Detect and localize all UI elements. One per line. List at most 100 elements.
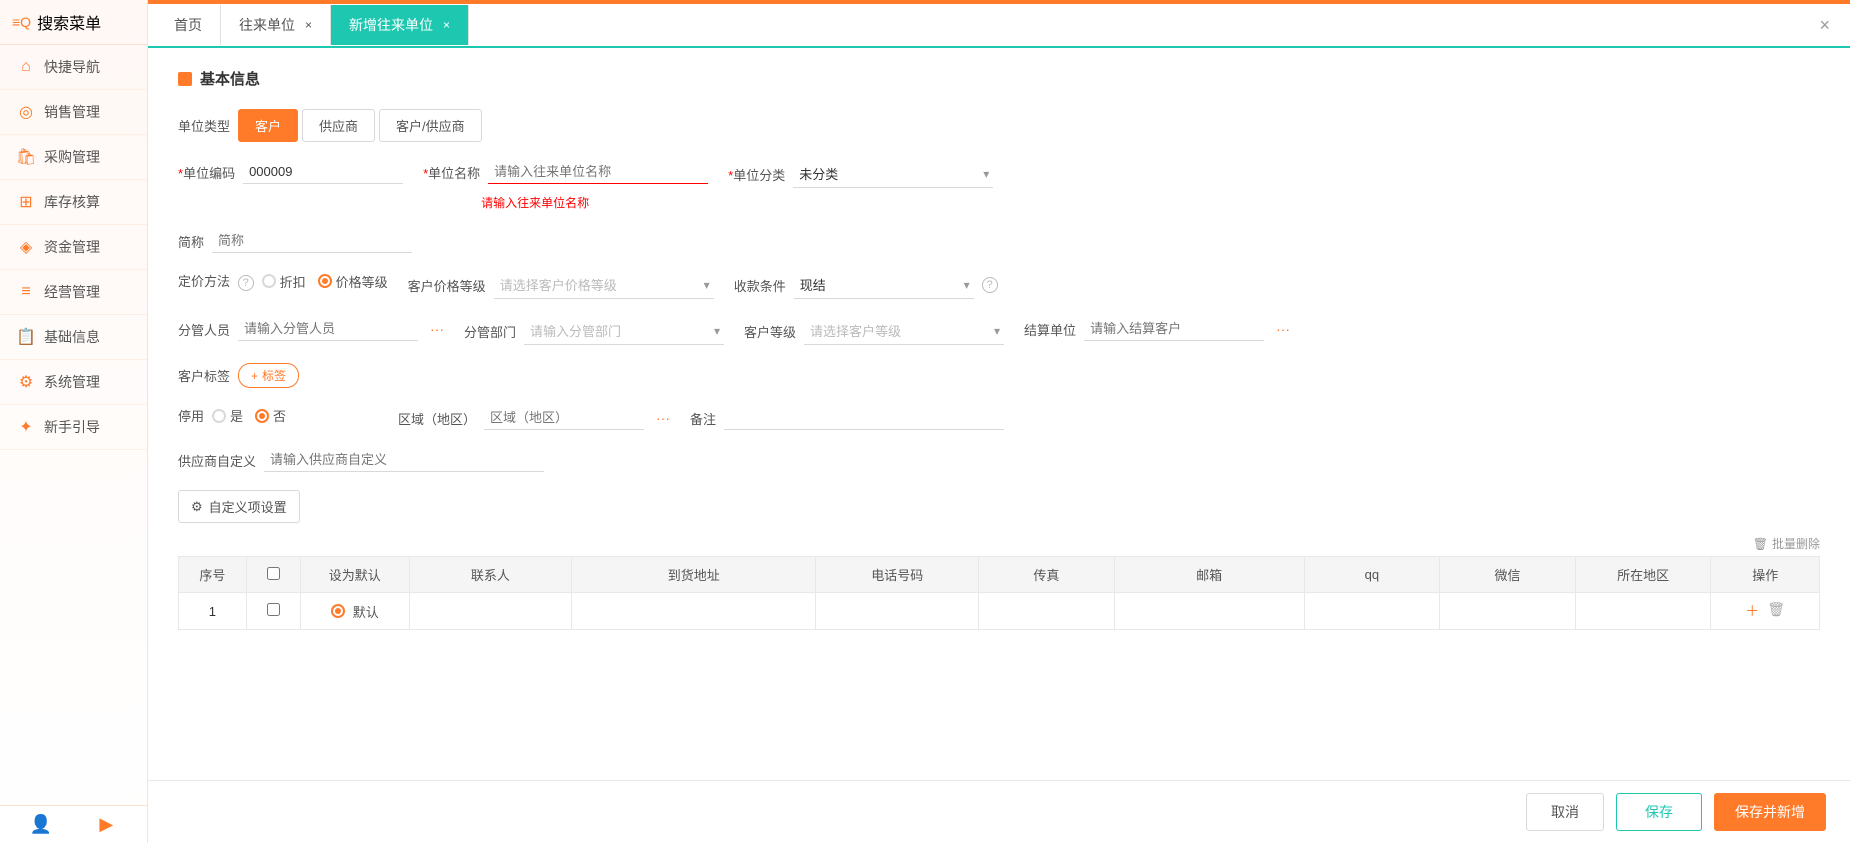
add-row-icon[interactable]: ＋ (1745, 601, 1759, 621)
settlement-more-btn[interactable]: ··· (1276, 321, 1290, 337)
default-radio-circle[interactable] (331, 604, 345, 618)
tab-partner-list-close[interactable]: × (305, 18, 312, 32)
sidebar-item-base-info[interactable]: 📋 基础信息 (0, 315, 147, 360)
sales-icon: ◎ (16, 102, 36, 122)
sidebar-search[interactable]: ≡Q 搜索菜单 (0, 0, 147, 45)
sidebar-item-guide[interactable]: ✦ 新手引导 (0, 405, 147, 450)
col-fax-header: 传真 (979, 557, 1115, 593)
row-checkbox[interactable] (267, 603, 280, 616)
dept-arrow[interactable]: ▾ (710, 324, 724, 338)
unit-type-customer-btn[interactable]: 客户 (238, 109, 298, 142)
tab-new-partner[interactable]: 新增往来单位 × (331, 5, 469, 45)
batch-delete-btn[interactable]: 🗑 批量删除 (1753, 535, 1820, 552)
unit-type-buttons: 客户 供应商 客户/供应商 (238, 109, 482, 142)
add-tag-btn[interactable]: + 标签 (238, 363, 299, 388)
fax-input[interactable] (989, 604, 1104, 619)
settlement-unit-input[interactable] (1084, 317, 1264, 341)
short-name-input[interactable] (212, 229, 412, 253)
custom-settings-btn[interactable]: ⚙ 自定义项设置 (178, 490, 300, 523)
row-region (1575, 593, 1711, 630)
wechat-input[interactable] (1450, 604, 1565, 619)
unit-type-row: 单位类型 客户 供应商 客户/供应商 (178, 109, 1820, 142)
sidebar-item-inventory[interactable]: ⊞ 库存核算 (0, 180, 147, 225)
dept-placeholder: 请输入分管部门 (524, 317, 710, 344)
qq-input[interactable] (1315, 604, 1430, 619)
section-icon (178, 72, 192, 86)
customer-level-arrow[interactable]: ▾ (990, 324, 1004, 338)
select-all-checkbox[interactable] (267, 567, 280, 580)
sidebar-item-operation[interactable]: ≡ 经营管理 (0, 270, 147, 315)
unit-code-input[interactable] (243, 160, 403, 184)
row-default-radio[interactable]: 默认 (311, 602, 398, 621)
sidebar-item-label: 新手引导 (44, 417, 100, 437)
user-icon[interactable]: 👤 (8, 814, 74, 835)
customer-price-arrow[interactable]: ▾ (700, 278, 714, 292)
save-new-button[interactable]: 保存并新增 (1714, 793, 1826, 831)
phone-input[interactable] (826, 604, 968, 619)
cancel-button[interactable]: 取消 (1526, 793, 1604, 831)
unit-type-supplier-btn[interactable]: 供应商 (302, 109, 375, 142)
sidebar-item-label: 采购管理 (44, 147, 100, 167)
customer-level-select[interactable]: 请选择客户等级 ▾ (804, 317, 1004, 345)
disabled-yes-radio[interactable] (212, 409, 226, 423)
payment-terms-arrow[interactable]: ▾ (960, 278, 974, 292)
payment-hint-icon[interactable]: ? (982, 277, 998, 293)
remark-label: 备注 (690, 409, 716, 428)
sidebar-item-finance[interactable]: ◈ 资金管理 (0, 225, 147, 270)
pricing-row: 定价方法 ? 折扣 价格等级 客户价格等级 请选择客户价 (178, 271, 1820, 299)
pricing-discount[interactable]: 折扣 (262, 272, 306, 291)
payment-terms-select[interactable]: 现结 ▾ (794, 271, 974, 299)
col-email-header: 邮箱 (1114, 557, 1304, 593)
unit-name-input[interactable] (488, 160, 708, 184)
delete-row-icon[interactable]: 🗑 (1767, 601, 1785, 621)
unit-category-select[interactable]: 未分类 ▾ (793, 160, 993, 188)
disabled-no[interactable]: 否 (255, 406, 286, 425)
region-table-input[interactable] (1586, 604, 1701, 619)
manager-group: 分管人员 ··· (178, 317, 444, 341)
disabled-row: 停用 是 否 区域（地区） ··· 备注 (178, 406, 1820, 430)
supplier-custom-input[interactable] (264, 448, 544, 472)
save-button[interactable]: 保存 (1616, 793, 1702, 831)
tab-new-partner-close[interactable]: × (443, 18, 450, 32)
gear-icon: ⚙ (191, 499, 203, 515)
region-input[interactable] (484, 406, 644, 430)
email-input[interactable] (1125, 604, 1294, 619)
customer-price-select[interactable]: 请选择客户价格等级 ▾ (494, 271, 714, 299)
disabled-no-radio[interactable] (255, 409, 269, 423)
sidebar-item-quick-nav[interactable]: ⌂ 快捷导航 (0, 45, 147, 90)
sidebar-item-system-mgmt[interactable]: ⚙ 系统管理 (0, 360, 147, 405)
manager-input[interactable] (238, 317, 418, 341)
col-check (246, 557, 300, 593)
payment-terms-value: 现结 (794, 271, 960, 298)
pricing-method-label: 定价方法 ? (178, 271, 254, 291)
table-row: 1 默认 (179, 593, 1820, 630)
expand-icon[interactable]: ▶ (74, 814, 140, 835)
plus-icon: + (251, 369, 258, 383)
unit-type-both-btn[interactable]: 客户/供应商 (379, 109, 482, 142)
discount-radio[interactable] (262, 274, 276, 288)
disabled-yes[interactable]: 是 (212, 406, 243, 425)
row-default: 默认 (301, 593, 409, 630)
manager-more-btn[interactable]: ··· (430, 321, 444, 337)
customer-price-placeholder: 请选择客户价格等级 (494, 271, 700, 298)
price-level-radio[interactable] (318, 274, 332, 288)
pricing-price-level[interactable]: 价格等级 (318, 272, 388, 291)
sidebar-item-purchase-mgmt[interactable]: 🛍 采购管理 (0, 135, 147, 180)
base-info-icon: 📋 (16, 327, 36, 347)
contact-input[interactable] (420, 604, 562, 619)
region-group: 区域（地区） ··· (398, 406, 670, 430)
remark-input[interactable] (724, 406, 1004, 430)
sidebar-item-label: 库存核算 (44, 192, 100, 212)
window-close-icon[interactable]: × (1807, 15, 1842, 36)
dept-select[interactable]: 请输入分管部门 ▾ (524, 317, 724, 345)
region-more-btn[interactable]: ··· (656, 410, 670, 426)
batch-delete-wrapper: 🗑 批量删除 (178, 535, 1820, 552)
custom-settings-wrapper: ⚙ 自定义项设置 (178, 490, 1820, 523)
dept-group: 分管部门 请输入分管部门 ▾ (464, 317, 724, 345)
address-input[interactable] (582, 604, 805, 619)
unit-category-arrow[interactable]: ▾ (979, 167, 993, 181)
tab-partner-list[interactable]: 往来单位 × (221, 5, 331, 45)
sidebar-item-sales-mgmt[interactable]: ◎ 销售管理 (0, 90, 147, 135)
pricing-hint-icon[interactable]: ? (238, 275, 254, 291)
tab-home[interactable]: 首页 (156, 5, 221, 45)
